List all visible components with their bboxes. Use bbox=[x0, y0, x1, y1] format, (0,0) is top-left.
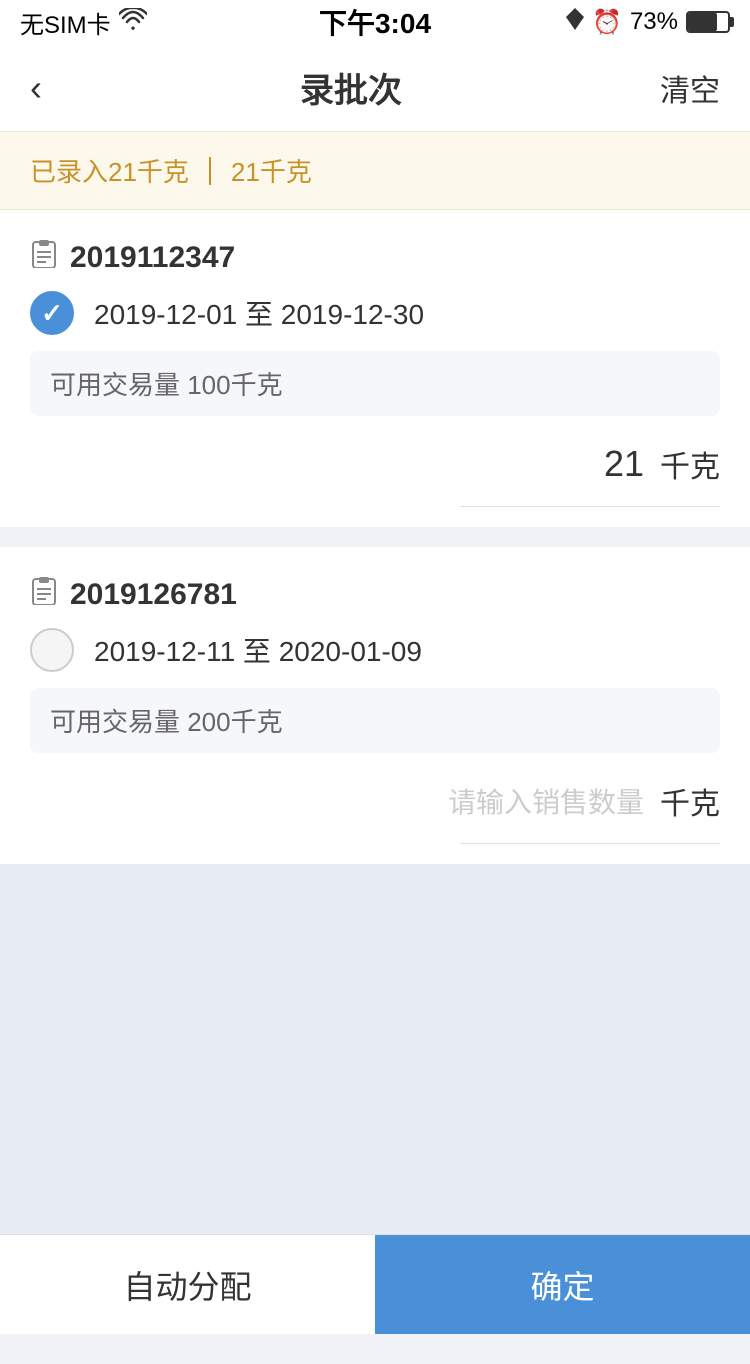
batch-icon-1 bbox=[30, 240, 58, 275]
page-title: 录批次 bbox=[300, 63, 402, 112]
available-1: 可用交易量 100千克 bbox=[50, 370, 283, 400]
batch-header-2: 2019126781 bbox=[30, 577, 720, 612]
batch-id-1: 2019112347 bbox=[70, 241, 235, 275]
quantity-row-2: 请输入销售数量 千克 bbox=[30, 769, 720, 843]
nav-bar: ‹ 录批次 清空 bbox=[0, 44, 750, 132]
quantity-row-1: 21 千克 bbox=[30, 432, 720, 506]
quantity-unit-1: 千克 bbox=[660, 442, 720, 486]
batch-icon-2 bbox=[30, 577, 58, 612]
battery-percent: 73% bbox=[630, 8, 678, 36]
content-area: 2019112347 2019-12-01 至 2019-12-30 可用交易量… bbox=[0, 210, 750, 1364]
batch-id-2: 2019126781 bbox=[70, 578, 237, 612]
auto-distribute-button[interactable]: 自动分配 bbox=[0, 1235, 375, 1334]
batch-card-2: 2019126781 2019-12-11 至 2020-01-09 可用交易量… bbox=[0, 547, 750, 864]
alarm-icon: ⏰ bbox=[592, 8, 622, 37]
status-right: ⏰ 73% bbox=[566, 8, 730, 37]
card-separator bbox=[0, 527, 750, 547]
back-button[interactable]: ‹ bbox=[30, 67, 42, 109]
quantity-unit-2: 千克 bbox=[660, 779, 720, 823]
network-label: 无SIM卡 bbox=[20, 5, 111, 40]
batch-date-1: 2019-12-01 至 2019-12-30 bbox=[94, 293, 424, 333]
batch-header-1: 2019112347 bbox=[30, 240, 720, 275]
batch-row-2[interactable]: 2019-12-11 至 2020-01-09 bbox=[30, 628, 720, 672]
quantity-value-1: 21 bbox=[604, 443, 644, 485]
radio-1[interactable] bbox=[30, 291, 74, 335]
available-2: 可用交易量 200千克 bbox=[50, 707, 283, 737]
divider-2 bbox=[460, 843, 720, 844]
clear-button[interactable]: 清空 bbox=[660, 66, 720, 110]
info-value: 21千克 bbox=[231, 152, 312, 189]
empty-area bbox=[0, 864, 750, 1264]
status-time: 下午3:04 bbox=[319, 2, 431, 42]
quantity-placeholder-2: 请输入销售数量 bbox=[448, 781, 644, 821]
info-label: 已录入21千克 bbox=[30, 152, 189, 189]
bottom-bar: 自动分配 确定 bbox=[0, 1234, 750, 1334]
batch-date-2: 2019-12-11 至 2020-01-09 bbox=[94, 630, 422, 670]
status-left: 无SIM卡 bbox=[20, 5, 147, 40]
confirm-button[interactable]: 确定 bbox=[375, 1235, 750, 1334]
batch-info-1: 可用交易量 100千克 bbox=[30, 351, 720, 416]
status-bar: 无SIM卡 下午3:04 ⏰ 73% bbox=[0, 0, 750, 44]
batch-info-2: 可用交易量 200千克 bbox=[30, 688, 720, 753]
info-divider bbox=[209, 157, 211, 185]
wifi-icon bbox=[119, 8, 147, 37]
batch-row-1[interactable]: 2019-12-01 至 2019-12-30 bbox=[30, 291, 720, 335]
radio-2[interactable] bbox=[30, 628, 74, 672]
info-banner: 已录入21千克 21千克 bbox=[0, 132, 750, 210]
batch-card-1: 2019112347 2019-12-01 至 2019-12-30 可用交易量… bbox=[0, 210, 750, 527]
divider-1 bbox=[460, 506, 720, 507]
location-icon bbox=[566, 8, 584, 37]
battery-icon bbox=[686, 11, 730, 33]
